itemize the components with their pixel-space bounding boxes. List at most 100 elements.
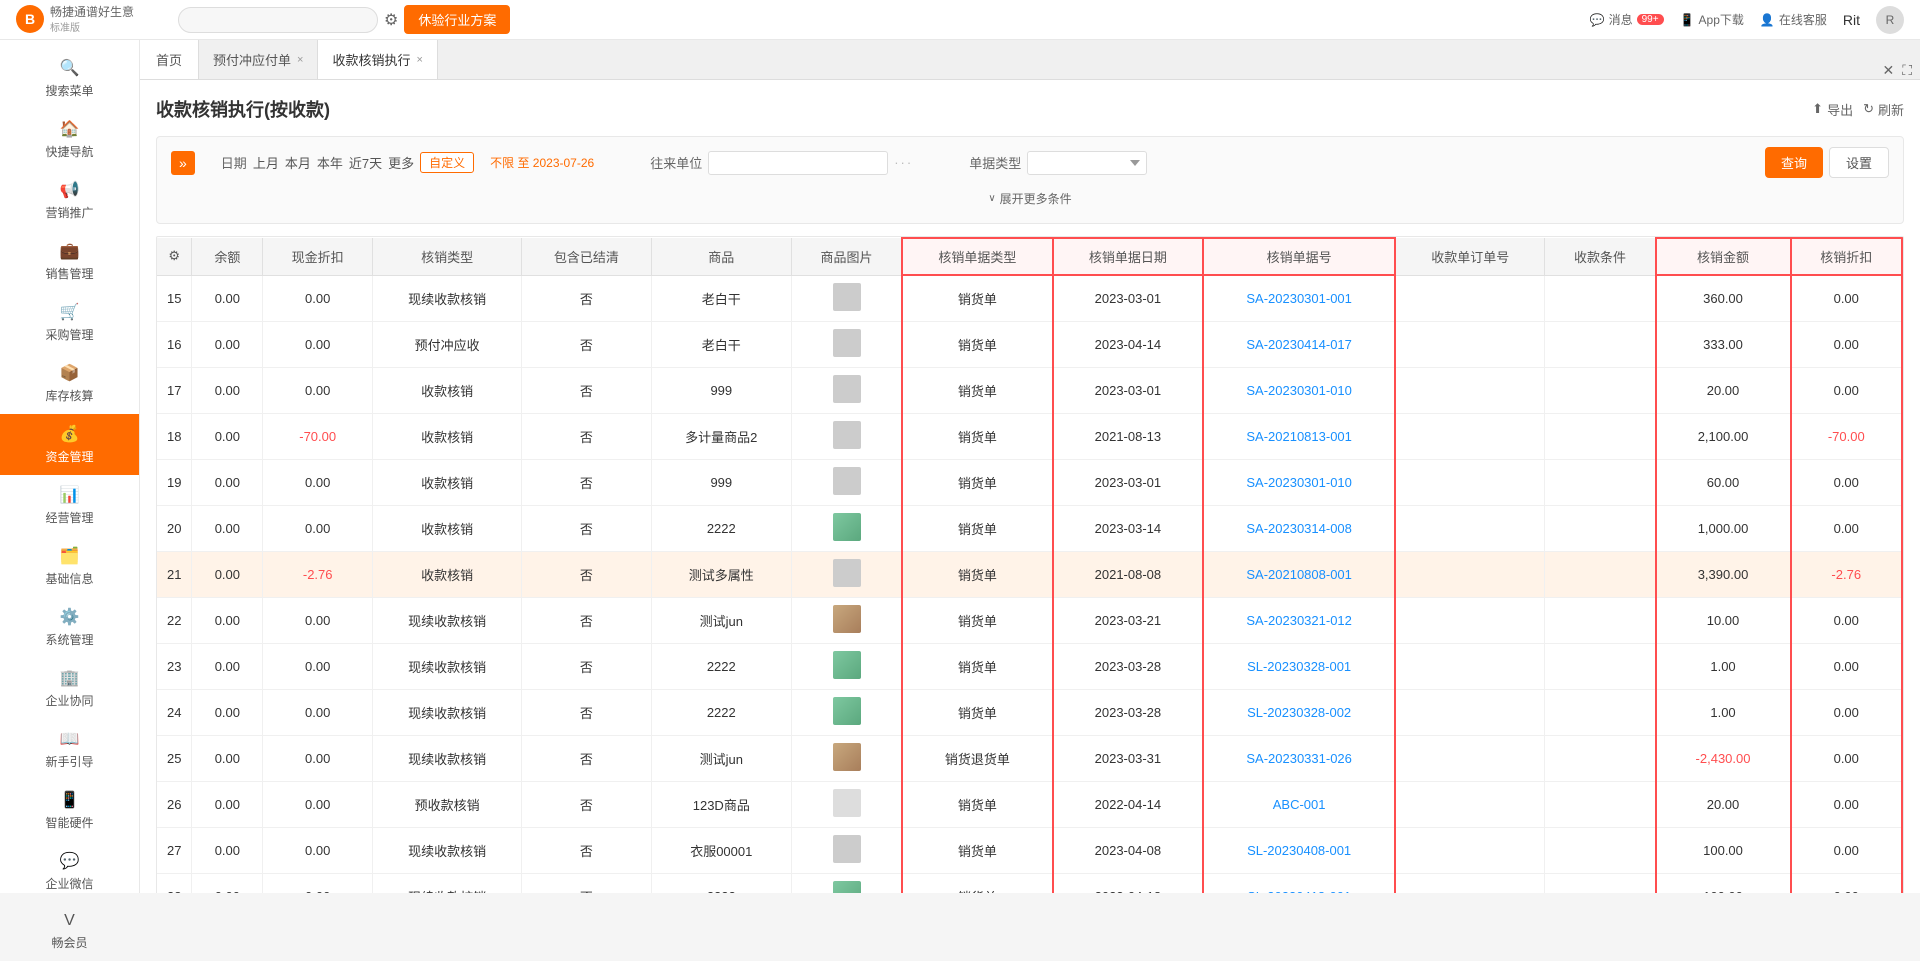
expand-more-btn[interactable]: ∨ 展开更多条件	[982, 184, 1077, 213]
sidebar-item-purchase[interactable]: 🛒 采购管理	[0, 292, 139, 353]
doc-no-link[interactable]: SL-20230328-001	[1247, 659, 1351, 674]
tab-prepayment[interactable]: 预付冲应付单 ×	[199, 40, 318, 79]
th-gear[interactable]: ⚙	[157, 238, 192, 275]
doc-no-link[interactable]: SA-20210808-001	[1246, 567, 1352, 582]
online-service-item[interactable]: 👤 在线客服	[1760, 11, 1827, 28]
filter-custom-btn[interactable]: 自定义	[420, 152, 474, 173]
doc-no-link[interactable]: SL-20230408-001	[1247, 843, 1351, 858]
sidebar-item-enterprise[interactable]: 🏢 企业协同	[0, 658, 139, 719]
cell-receipt-condition	[1545, 597, 1656, 643]
sidebar-item-member[interactable]: V 畅会员	[0, 902, 139, 961]
filter-this-year[interactable]: 本年	[317, 153, 343, 172]
filter-collapse-btn[interactable]: »	[171, 151, 195, 175]
cell-doc-type: 销货单	[902, 781, 1053, 827]
app-download-item[interactable]: 📱 App下载	[1680, 11, 1744, 28]
tab-writeoff-close[interactable]: ×	[416, 54, 422, 66]
cell-cash-discount: -2.76	[263, 551, 373, 597]
cell-product: 2222	[651, 689, 791, 735]
cell-writeoff-amount: 10.00	[1656, 597, 1791, 643]
cell-receipt-order-no	[1395, 597, 1545, 643]
settings-gear-btn[interactable]: ⚙	[384, 10, 398, 30]
th-balance: 余额	[192, 238, 263, 275]
doc-no-link[interactable]: SA-20230331-026	[1246, 751, 1352, 766]
filter-last-month[interactable]: 上月	[253, 153, 279, 172]
cell-balance: 0.00	[192, 551, 263, 597]
sidebar-item-operation[interactable]: 📊 经营管理	[0, 475, 139, 536]
cell-doc-no[interactable]: SL-20230328-001	[1203, 643, 1395, 689]
cell-doc-no[interactable]: SA-20230301-010	[1203, 459, 1395, 505]
filter-last7[interactable]: 近7天	[349, 153, 382, 172]
cell-doc-no[interactable]: SA-20230314-008	[1203, 505, 1395, 551]
cell-doc-no[interactable]: SA-20210808-001	[1203, 551, 1395, 597]
doc-no-link[interactable]: ABC-001	[1273, 797, 1326, 812]
tab-prepayment-label: 预付冲应付单	[213, 50, 291, 69]
filter-this-month[interactable]: 本月	[285, 153, 311, 172]
sidebar-item-finance[interactable]: 💰 资金管理	[0, 414, 139, 475]
cell-doc-no[interactable]: SA-20230331-026	[1203, 735, 1395, 781]
doc-no-link[interactable]: SL-20230328-002	[1247, 705, 1351, 720]
doc-no-link[interactable]: SA-20230301-010	[1246, 383, 1352, 398]
filter-settings-btn[interactable]: 设置	[1829, 147, 1889, 178]
filter-doctype-select[interactable]	[1027, 151, 1147, 175]
doc-no-link[interactable]: SA-20230301-001	[1246, 291, 1352, 306]
export-btn[interactable]: ⬆ 导出	[1812, 100, 1853, 119]
cell-writeoff-amount: 20.00	[1656, 781, 1791, 827]
sidebar-item-inventory[interactable]: 📦 库存核算	[0, 353, 139, 414]
message-icon: 💬	[1590, 13, 1605, 27]
cell-doc-no[interactable]: SA-20230301-001	[1203, 275, 1395, 321]
filter-bar: » 日期 上月 本月 本年 近7天 更多 自定义 不限 至 2023-07-26	[156, 136, 1904, 224]
sidebar-item-sales[interactable]: 💼 销售管理	[0, 231, 139, 292]
cell-doc-no[interactable]: SA-20230414-017	[1203, 321, 1395, 367]
cell-writeoff-type: 收款核销	[373, 505, 522, 551]
doc-no-link[interactable]: SA-20230321-012	[1246, 613, 1352, 628]
cell-writeoff-amount: 100.00	[1656, 873, 1791, 893]
tab-home[interactable]: 首页	[140, 40, 199, 79]
sidebar-item-guide[interactable]: 📖 新手引导	[0, 719, 139, 780]
tab-prepayment-close[interactable]: ×	[297, 54, 303, 66]
cell-doc-no[interactable]: SA-20210813-001	[1203, 413, 1395, 459]
sidebar-item-basic[interactable]: 🗂️ 基础信息	[0, 536, 139, 597]
cell-balance: 0.00	[192, 275, 263, 321]
cell-doc-no[interactable]: SL-20230408-001	[1203, 827, 1395, 873]
top-search-input[interactable]	[178, 7, 378, 33]
filter-doctype-item: 单据类型	[969, 151, 1147, 175]
cell-doc-type: 销货单	[902, 827, 1053, 873]
cell-doc-type: 销货单	[902, 275, 1053, 321]
sidebar-item-search[interactable]: 🔍 搜索菜单	[0, 48, 139, 109]
cell-doc-no[interactable]: SA-20230321-012	[1203, 597, 1395, 643]
doc-no-link[interactable]: SA-20230314-008	[1246, 521, 1352, 536]
th-receipt-order-no: 收款单订单号	[1395, 238, 1545, 275]
cell-doc-no[interactable]: ABC-001	[1203, 781, 1395, 827]
cell-doc-date: 2021-08-08	[1053, 551, 1204, 597]
expand-label: 展开更多条件	[1000, 190, 1072, 207]
cell-doc-date: 2023-04-08	[1053, 827, 1204, 873]
sidebar-item-system[interactable]: ⚙️ 系统管理	[0, 597, 139, 658]
user-avatar[interactable]: R	[1876, 6, 1904, 34]
doc-no-link[interactable]: SA-20230414-017	[1246, 337, 1352, 352]
sidebar-item-quick[interactable]: 🏠 快捷导航	[0, 109, 139, 170]
table-row: 16 0.00 0.00 预付冲应收 否 老白干 销货单 2023-04-14 …	[157, 321, 1902, 367]
tab-writeoff[interactable]: 收款核销执行 ×	[318, 40, 437, 79]
cell-doc-no[interactable]: SA-20230301-010	[1203, 367, 1395, 413]
tab-expand-btn[interactable]: ⛶	[1902, 62, 1912, 79]
industry-btn[interactable]: 休验行业方案	[404, 5, 510, 34]
cell-product-img	[791, 551, 902, 597]
cell-writeoff-discount: 0.00	[1791, 505, 1903, 551]
doc-no-link[interactable]: SA-20210813-001	[1246, 429, 1352, 444]
cell-doc-no[interactable]: SL-20230328-002	[1203, 689, 1395, 735]
cell-doc-no[interactable]: SL-20230418-001	[1203, 873, 1395, 893]
query-btn[interactable]: 查询	[1765, 147, 1823, 178]
cell-receipt-condition	[1545, 367, 1656, 413]
sidebar-item-smart[interactable]: 📱 智能硬件	[0, 780, 139, 841]
doc-no-link[interactable]: SL-20230418-001	[1247, 889, 1351, 894]
filter-more[interactable]: 更多	[388, 153, 414, 172]
refresh-btn[interactable]: ↻ 刷新	[1863, 100, 1904, 119]
filter-counterparty-input[interactable]	[708, 151, 888, 175]
message-icon-item[interactable]: 💬 消息 99+	[1590, 11, 1664, 28]
sidebar-item-marketing[interactable]: 📢 营销推广	[0, 170, 139, 231]
cell-receipt-condition	[1545, 873, 1656, 893]
tab-close-all-btn[interactable]: ✕	[1882, 62, 1894, 79]
doc-no-link[interactable]: SA-20230301-010	[1246, 475, 1352, 490]
cell-doc-type: 销货单	[902, 321, 1053, 367]
cell-rownum: 25	[157, 735, 192, 781]
